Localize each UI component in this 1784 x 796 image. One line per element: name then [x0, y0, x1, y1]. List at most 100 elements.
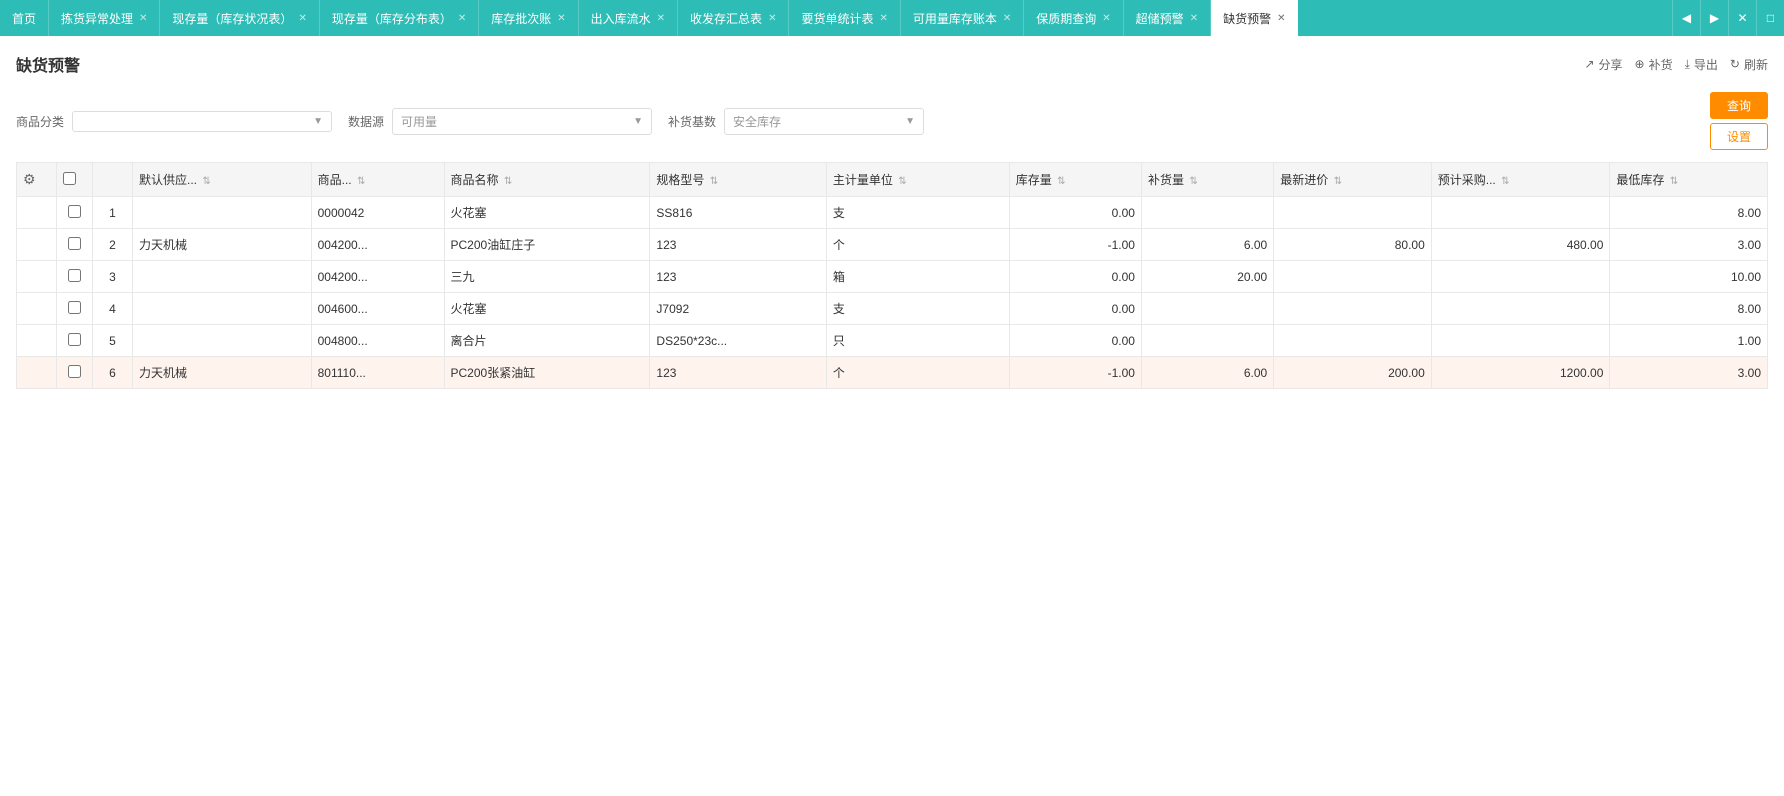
- filter-category-group: 商品分类 ▼: [16, 111, 332, 132]
- cell-stock: 0.00: [1009, 197, 1141, 229]
- datasource-select[interactable]: 可用量 ▼: [392, 108, 652, 135]
- row-checkbox-cell: [57, 325, 93, 357]
- cell-goods-name: 离合片: [444, 325, 650, 357]
- close-icon[interactable]: ✕: [879, 13, 887, 24]
- row-number: 6: [93, 357, 133, 389]
- tab-stock-dist[interactable]: 现存量（库存分布表） ✕: [320, 0, 479, 36]
- col-header-min-stock[interactable]: 最低库存 ⇅: [1610, 163, 1768, 197]
- replenish-icon: ⊕: [1635, 57, 1645, 71]
- close-icon[interactable]: ✕: [1277, 13, 1285, 24]
- col-header-unit[interactable]: 主计量单位 ⇅: [826, 163, 1009, 197]
- sort-icon: ⇅: [504, 176, 512, 187]
- tab-batch-account[interactable]: 库存批次账 ✕: [479, 0, 578, 36]
- tab-nav-next[interactable]: ▶: [1700, 0, 1728, 36]
- cell-replenish-qty: [1141, 325, 1273, 357]
- col-header-checkbox: [57, 163, 93, 197]
- row-checkbox[interactable]: [68, 269, 81, 282]
- datasource-value: 可用量: [401, 113, 437, 130]
- refresh-button[interactable]: ↻ 刷新: [1730, 56, 1768, 73]
- close-icon[interactable]: ✕: [657, 13, 665, 24]
- sort-icon: ⇅: [1189, 176, 1197, 187]
- cell-goods-code: 004800...: [311, 325, 444, 357]
- category-select[interactable]: ▼: [72, 111, 332, 132]
- sort-icon: ⇅: [898, 176, 906, 187]
- cell-latest-price: [1274, 197, 1432, 229]
- row-checkbox[interactable]: [68, 365, 81, 378]
- tab-recv-send-summary[interactable]: 收发存汇总表 ✕: [678, 0, 789, 36]
- cell-replenish-qty: 6.00: [1141, 357, 1273, 389]
- tab-shortage[interactable]: 缺货预警 ✕: [1211, 0, 1298, 36]
- row-checkbox[interactable]: [68, 301, 81, 314]
- cell-replenish-qty: 20.00: [1141, 261, 1273, 293]
- close-icon[interactable]: ✕: [557, 13, 565, 24]
- col-header-settings: ⚙: [17, 163, 57, 197]
- col-header-stock[interactable]: 库存量 ⇅: [1009, 163, 1141, 197]
- row-checkbox-cell: [57, 357, 93, 389]
- chevron-down-icon: ▼: [313, 116, 323, 127]
- cell-default-supplier: [133, 261, 312, 293]
- replenish-button[interactable]: ⊕ 补货: [1635, 56, 1673, 73]
- settings-button[interactable]: 设置: [1710, 123, 1768, 150]
- cell-default-supplier: 力天机械: [133, 229, 312, 261]
- tab-nav-prev[interactable]: ◀: [1672, 0, 1700, 36]
- row-settings-cell: [17, 197, 57, 229]
- cell-latest-price: 200.00: [1274, 357, 1432, 389]
- tab-nav-maximize[interactable]: □: [1756, 0, 1784, 36]
- table-row: 1 0000042 火花塞 SS816 支 0.00 8.00: [17, 197, 1768, 229]
- tab-overstock[interactable]: 超储预警 ✕: [1124, 0, 1211, 36]
- tab-nav-window[interactable]: ✕: [1728, 0, 1756, 36]
- col-header-goods-name[interactable]: 商品名称 ⇅: [444, 163, 650, 197]
- cell-latest-price: [1274, 261, 1432, 293]
- gear-icon[interactable]: ⚙: [23, 171, 36, 188]
- close-icon[interactable]: ✕: [1003, 13, 1011, 24]
- close-icon[interactable]: ✕: [768, 13, 776, 24]
- close-icon[interactable]: ✕: [298, 13, 306, 24]
- cell-min-stock: 8.00: [1610, 197, 1768, 229]
- col-header-estimated-purchase[interactable]: 预计采购... ⇅: [1431, 163, 1610, 197]
- chevron-down-icon: ▼: [633, 116, 643, 127]
- tab-home[interactable]: 首页: [0, 0, 49, 36]
- cell-goods-code: 0000042: [311, 197, 444, 229]
- cell-estimated-purchase: [1431, 325, 1610, 357]
- close-icon[interactable]: ✕: [458, 13, 466, 24]
- query-button[interactable]: 查询: [1710, 92, 1768, 119]
- close-icon[interactable]: ✕: [139, 13, 147, 24]
- tab-picking[interactable]: 拣货异常处理 ✕: [49, 0, 160, 36]
- cell-min-stock: 3.00: [1610, 357, 1768, 389]
- tab-expiry-query[interactable]: 保质期查询 ✕: [1024, 0, 1123, 36]
- replenish-basis-value: 安全库存: [733, 113, 781, 130]
- replenish-basis-label: 补货基数: [668, 113, 716, 130]
- col-header-spec[interactable]: 规格型号 ⇅: [650, 163, 826, 197]
- replenish-basis-select[interactable]: 安全库存 ▼: [724, 108, 924, 135]
- col-header-goods-code[interactable]: 商品... ⇅: [311, 163, 444, 197]
- col-header-replenish-qty[interactable]: 补货量 ⇅: [1141, 163, 1273, 197]
- row-checkbox[interactable]: [68, 237, 81, 250]
- row-checkbox[interactable]: [68, 205, 81, 218]
- tab-in-out-flow[interactable]: 出入库流水 ✕: [579, 0, 678, 36]
- filter-datasource-group: 数据源 可用量 ▼: [348, 108, 652, 135]
- cell-spec: SS816: [650, 197, 826, 229]
- close-icon[interactable]: ✕: [1190, 13, 1198, 24]
- filter-actions: 查询 设置: [1710, 92, 1768, 150]
- cell-estimated-purchase: 1200.00: [1431, 357, 1610, 389]
- col-header-latest-price[interactable]: 最新进价 ⇅: [1274, 163, 1432, 197]
- cell-spec: 123: [650, 229, 826, 261]
- cell-estimated-purchase: [1431, 293, 1610, 325]
- cell-stock: 0.00: [1009, 293, 1141, 325]
- cell-replenish-qty: 6.00: [1141, 229, 1273, 261]
- cell-latest-price: [1274, 325, 1432, 357]
- tab-demand-stats[interactable]: 要货单统计表 ✕: [789, 0, 900, 36]
- export-button[interactable]: ⤓ 导出: [1685, 56, 1718, 73]
- table-row: 5 004800... 离合片 DS250*23c... 只 0.00 1.00: [17, 325, 1768, 357]
- tab-stock-status[interactable]: 现存量（库存状况表） ✕: [160, 0, 319, 36]
- share-button[interactable]: ↗ 分享: [1584, 56, 1622, 73]
- row-checkbox[interactable]: [68, 333, 81, 346]
- sort-icon: ⇅: [1670, 176, 1678, 187]
- tab-available-ledger[interactable]: 可用量库存账本 ✕: [901, 0, 1024, 36]
- col-header-default-supplier[interactable]: 默认供应... ⇅: [133, 163, 312, 197]
- cell-stock: -1.00: [1009, 357, 1141, 389]
- close-icon[interactable]: ✕: [1102, 13, 1110, 24]
- share-icon: ↗: [1584, 57, 1594, 71]
- cell-min-stock: 10.00: [1610, 261, 1768, 293]
- select-all-checkbox[interactable]: [63, 172, 76, 185]
